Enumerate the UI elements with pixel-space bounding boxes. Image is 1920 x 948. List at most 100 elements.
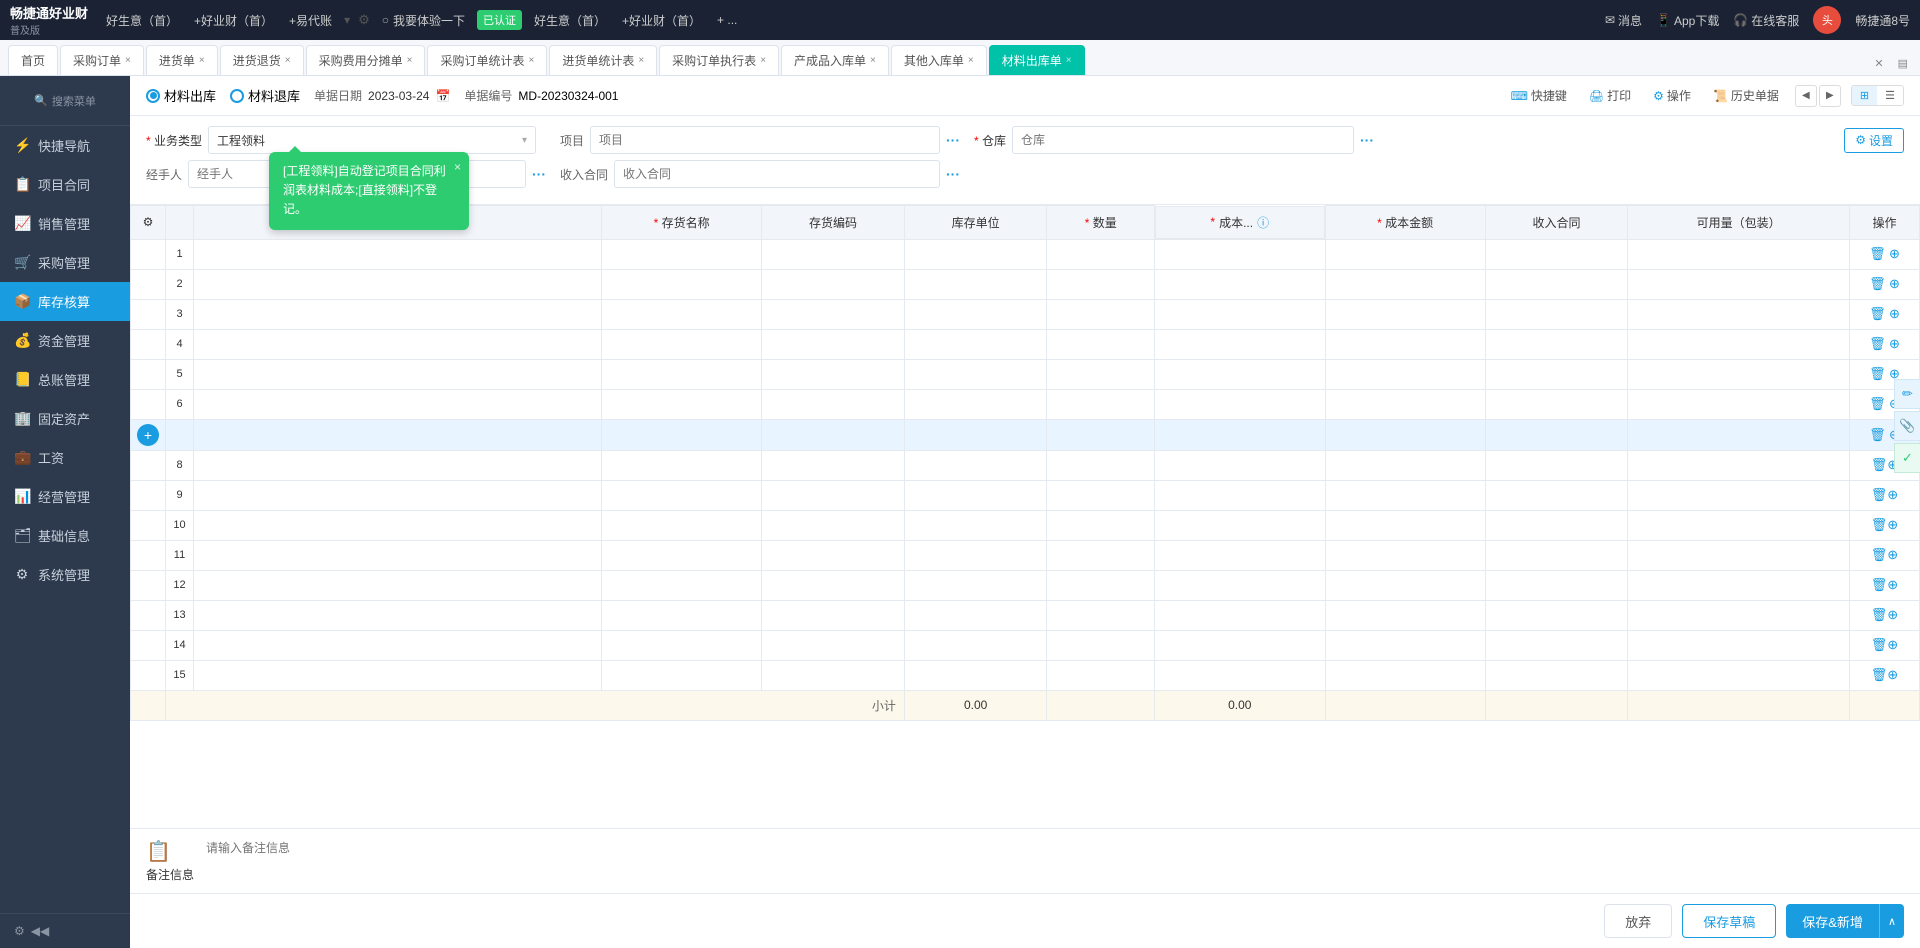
sidebar-collapse-btn[interactable]: ◀◀ xyxy=(31,924,49,938)
nav-dropdown-arrow[interactable]: ▾ xyxy=(344,13,350,27)
cell-cost-price[interactable] xyxy=(1155,299,1325,329)
income-contract-lookup-btn[interactable]: ··· xyxy=(946,166,960,182)
cell-income-contract[interactable] xyxy=(1485,359,1628,389)
print-btn[interactable]: 🖨 打印 xyxy=(1583,84,1637,107)
cell-project-active[interactable] xyxy=(194,419,602,450)
cell-qty[interactable] xyxy=(1047,389,1155,419)
nav-haoyecai1[interactable]: +好业财（首） xyxy=(190,12,277,29)
tab-close-purchase-exec[interactable]: × xyxy=(760,55,766,66)
view-list[interactable]: ☰ xyxy=(1877,86,1903,105)
cell-stock-unit[interactable] xyxy=(904,239,1047,269)
cell-cost-amount[interactable] xyxy=(1325,359,1485,389)
tab-purchase-in[interactable]: 进货单 × xyxy=(146,45,218,75)
note-input[interactable] xyxy=(206,839,1904,879)
cell-project[interactable] xyxy=(194,329,602,359)
delete-icon[interactable]: 🗑 xyxy=(1871,637,1888,652)
cell-project[interactable] xyxy=(194,389,602,419)
warehouse-input[interactable] xyxy=(1012,126,1354,154)
copy-icon[interactable]: ⊕ xyxy=(1889,336,1900,351)
cell-available-qty[interactable] xyxy=(1628,239,1850,269)
delete-icon[interactable]: 🗑 xyxy=(1869,366,1886,381)
cell-goods-name[interactable] xyxy=(602,269,762,299)
tab-material-out[interactable]: 材料出库单 × xyxy=(989,45,1085,75)
cell-cost-amount[interactable] xyxy=(1325,299,1485,329)
delete-icon[interactable]: 🗑 xyxy=(1869,276,1886,291)
delete-icon[interactable]: 🗑 xyxy=(1869,336,1886,351)
cell-qty[interactable] xyxy=(1047,239,1155,269)
cell-stock-unit[interactable] xyxy=(904,359,1047,389)
shortcut-btn[interactable]: ⌨ 快捷键 xyxy=(1505,84,1573,107)
cell-goods-code[interactable] xyxy=(762,389,905,419)
cell-income-contract[interactable] xyxy=(1485,269,1628,299)
sidebar-item-assets[interactable]: 🏢 固定资产 xyxy=(0,399,130,438)
tab-close-purchase-order[interactable]: × xyxy=(125,55,131,66)
nav-more[interactable]: + ... xyxy=(713,13,741,27)
radio-material-return[interactable]: 材料退库 xyxy=(230,86,300,105)
sidebar-item-project[interactable]: 📋 项目合同 xyxy=(0,165,130,204)
copy-icon[interactable]: ⊕ xyxy=(1887,667,1898,682)
tab-close-all[interactable]: ✕ xyxy=(1870,55,1887,72)
handler-lookup-btn[interactable]: ··· xyxy=(532,166,546,182)
delete-icon[interactable]: 🗑 xyxy=(1871,607,1888,622)
cell-available-qty[interactable] xyxy=(1628,299,1850,329)
cell-stock-unit-active[interactable] xyxy=(904,419,1047,450)
cost-info-icon[interactable]: ⓘ xyxy=(1257,214,1269,231)
cell-cost-price[interactable] xyxy=(1155,239,1325,269)
right-tool-check[interactable]: ✓ xyxy=(1894,443,1920,473)
tab-list[interactable]: ▤ xyxy=(1894,55,1912,72)
cell-goods-code[interactable] xyxy=(762,269,905,299)
calendar-icon[interactable]: 📅 xyxy=(435,89,450,103)
cell-qty[interactable] xyxy=(1047,269,1155,299)
settings-icon[interactable]: ⚙ xyxy=(358,12,370,28)
delete-icon[interactable]: 🗑 xyxy=(1871,667,1888,682)
nav-haoshengyi1[interactable]: 好生意（首） xyxy=(102,12,182,29)
tab-close-other-in[interactable]: × xyxy=(968,55,974,66)
copy-icon[interactable]: ⊕ xyxy=(1889,276,1900,291)
sidebar-item-system[interactable]: ⚙ 系统管理 xyxy=(0,555,130,594)
form-settings-btn[interactable]: ⚙ 设置 xyxy=(1844,128,1904,153)
col-settings[interactable]: ⚙ xyxy=(131,206,166,240)
save-new-dropdown-btn[interactable]: ∧ xyxy=(1880,904,1904,938)
sidebar-item-sales[interactable]: 📈 销售管理 xyxy=(0,204,130,243)
cell-cost-price[interactable] xyxy=(1155,329,1325,359)
cell-qty[interactable] xyxy=(1047,329,1155,359)
app-download-link[interactable]: 📱 App下载 xyxy=(1656,12,1719,29)
cell-goods-name[interactable] xyxy=(602,359,762,389)
cell-income-contract[interactable] xyxy=(1485,329,1628,359)
tab-other-in[interactable]: 其他入库单 × xyxy=(891,45,987,75)
discard-button[interactable]: 放弃 xyxy=(1604,904,1672,938)
delete-icon[interactable]: 🗑 xyxy=(1869,246,1886,261)
cell-qty-active[interactable] xyxy=(1047,419,1155,450)
cell-stock-unit[interactable] xyxy=(904,299,1047,329)
nav-haoyecai2[interactable]: +好业财（首） xyxy=(618,12,705,29)
cell-qty[interactable] xyxy=(1047,299,1155,329)
cell-goods-name[interactable] xyxy=(602,329,762,359)
delete-icon[interactable]: 🗑 xyxy=(1871,487,1888,502)
tab-purchase-cost[interactable]: 采购费用分摊单 × xyxy=(306,45,426,75)
copy-icon[interactable]: ⊕ xyxy=(1889,306,1900,321)
cell-stock-unit[interactable] xyxy=(904,329,1047,359)
delete-icon[interactable]: 🗑 xyxy=(1869,427,1886,442)
cell-cost-amount[interactable] xyxy=(1325,239,1485,269)
cell-cost-amount[interactable] xyxy=(1325,329,1485,359)
cell-goods-code[interactable] xyxy=(762,239,905,269)
cell-cost-amount[interactable] xyxy=(1325,269,1485,299)
copy-icon[interactable]: ⊕ xyxy=(1889,246,1900,261)
tab-close-purchase-return[interactable]: × xyxy=(285,55,291,66)
cell-income-contract-active[interactable] xyxy=(1485,419,1628,450)
delete-icon[interactable]: 🗑 xyxy=(1871,547,1888,562)
copy-icon[interactable]: ⊕ xyxy=(1887,547,1898,562)
sidebar-item-quicknav[interactable]: ⚡ 快捷导航 xyxy=(0,126,130,165)
cell-income-contract[interactable] xyxy=(1485,239,1628,269)
cell-available-qty-active[interactable] xyxy=(1628,419,1850,450)
tab-purchase-return[interactable]: 进货退货 × xyxy=(220,45,304,75)
sidebar-item-accounting[interactable]: 📒 总账管理 xyxy=(0,360,130,399)
cell-qty[interactable] xyxy=(1047,359,1155,389)
view-table[interactable]: ⊞ xyxy=(1852,86,1877,105)
cell-income-contract[interactable] xyxy=(1485,389,1628,419)
tab-in-stat[interactable]: 进货单统计表 × xyxy=(549,45,657,75)
tab-home[interactable]: 首页 xyxy=(8,45,58,75)
cell-goods-name[interactable] xyxy=(602,239,762,269)
project-lookup-btn[interactable]: ··· xyxy=(946,132,960,148)
cell-income-contract[interactable] xyxy=(1485,299,1628,329)
